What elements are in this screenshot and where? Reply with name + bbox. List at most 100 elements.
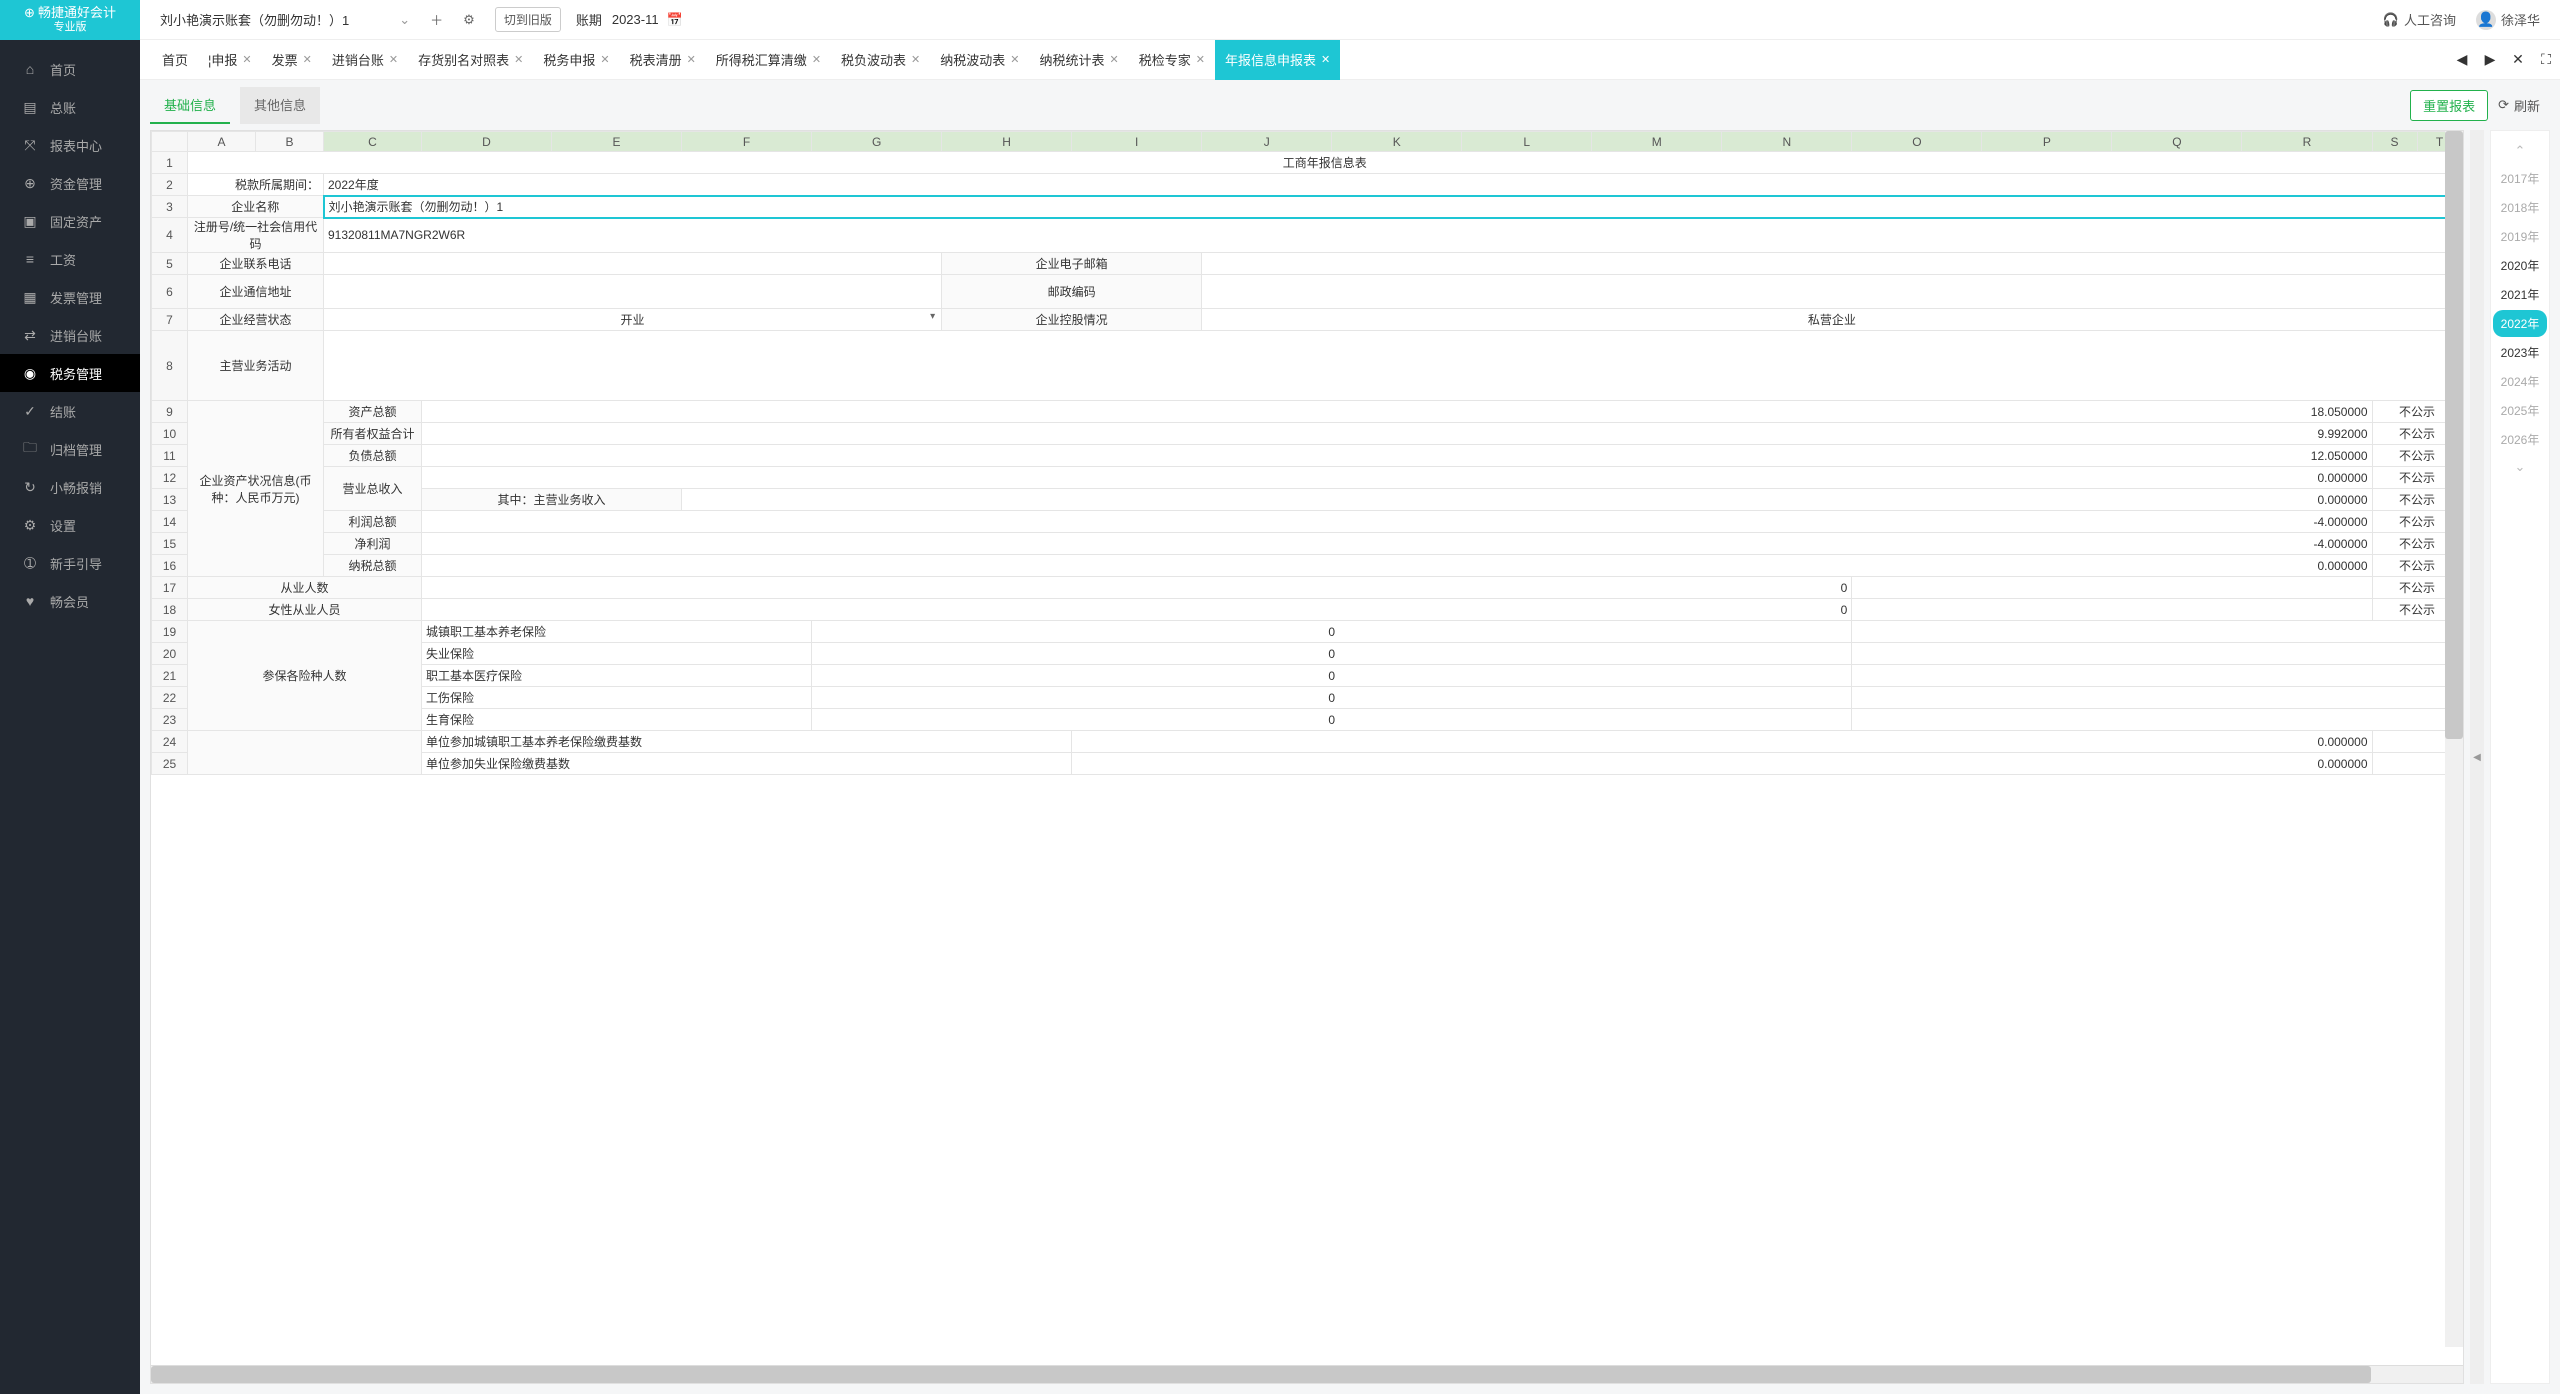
col-header[interactable]: S: [2372, 132, 2417, 152]
year-item[interactable]: 2025年: [2493, 397, 2548, 424]
row-header[interactable]: 17: [152, 577, 188, 599]
year-item[interactable]: 2021年: [2493, 281, 2548, 308]
sidebar-item[interactable]: ♥畅会员: [0, 582, 140, 620]
col-header[interactable]: Q: [2112, 132, 2242, 152]
consult-link[interactable]: 🎧人工咨询: [2383, 10, 2456, 29]
row-header[interactable]: 25: [152, 753, 188, 775]
row-header[interactable]: 10: [152, 423, 188, 445]
close-icon[interactable]: ✕: [514, 53, 523, 66]
tab[interactable]: ¦申报✕: [198, 40, 262, 80]
sidebar-item[interactable]: 🗀归档管理: [0, 430, 140, 468]
tab[interactable]: 首页: [152, 40, 198, 80]
reset-button[interactable]: 重置报表: [2410, 90, 2488, 121]
row-header[interactable]: 1: [152, 152, 188, 174]
sidebar-item[interactable]: ◉税务管理: [0, 354, 140, 392]
year-item[interactable]: 2017年: [2493, 165, 2548, 192]
sidebar-item[interactable]: ▦发票管理: [0, 278, 140, 316]
year-item[interactable]: 2026年: [2493, 426, 2548, 453]
collapse-year-panel[interactable]: ◀: [2470, 130, 2484, 1384]
close-icon[interactable]: ✕: [812, 53, 821, 66]
row-header[interactable]: 16: [152, 555, 188, 577]
row-header[interactable]: 6: [152, 275, 188, 309]
year-up-icon[interactable]: ⌃: [2511, 139, 2530, 163]
col-header[interactable]: O: [1852, 132, 1982, 152]
tab-next-icon[interactable]: ▶: [2476, 40, 2504, 80]
row-header[interactable]: 15: [152, 533, 188, 555]
row-header[interactable]: 14: [152, 511, 188, 533]
user-menu[interactable]: 👤徐泽华: [2476, 10, 2540, 30]
year-item[interactable]: 2019年: [2493, 223, 2548, 250]
refresh-button[interactable]: ⟳刷新: [2498, 96, 2540, 115]
holding-select[interactable]: 私营企业: [1202, 309, 2462, 331]
account-name[interactable]: 刘小艳演示账套（勿删勿动！）1: [160, 10, 349, 29]
col-header[interactable]: [152, 132, 188, 152]
sidebar-item[interactable]: ⇄进销台账: [0, 316, 140, 354]
sidebar-item[interactable]: ⌂首页: [0, 50, 140, 88]
col-header[interactable]: B: [256, 132, 324, 152]
col-header[interactable]: E: [552, 132, 682, 152]
col-header[interactable]: I: [1072, 132, 1202, 152]
col-header[interactable]: F: [682, 132, 812, 152]
row-header[interactable]: 4: [152, 218, 188, 253]
tab[interactable]: 发票✕: [262, 40, 322, 80]
subtab-basic[interactable]: 基础信息: [150, 87, 230, 124]
close-icon[interactable]: ✕: [303, 53, 312, 66]
col-header[interactable]: C: [324, 132, 422, 152]
tab[interactable]: 纳税波动表✕: [930, 40, 1029, 80]
close-icon[interactable]: ✕: [1010, 53, 1019, 66]
year-item[interactable]: 2024年: [2493, 368, 2548, 395]
row-header[interactable]: 11: [152, 445, 188, 467]
row-header[interactable]: 9: [152, 401, 188, 423]
sidebar-item[interactable]: ⚙设置: [0, 506, 140, 544]
year-item[interactable]: 2018年: [2493, 194, 2548, 221]
row-header[interactable]: 19: [152, 621, 188, 643]
gear-icon[interactable]: ⚙: [463, 12, 475, 28]
close-icon[interactable]: ✕: [242, 53, 251, 66]
row-header[interactable]: 23: [152, 709, 188, 731]
row-header[interactable]: 7: [152, 309, 188, 331]
col-header[interactable]: K: [1332, 132, 1462, 152]
row-header[interactable]: 18: [152, 599, 188, 621]
sidebar-item[interactable]: ≡工资: [0, 240, 140, 278]
sidebar-item[interactable]: ▤总账: [0, 88, 140, 126]
row-header[interactable]: 8: [152, 331, 188, 401]
calendar-icon[interactable]: 📅: [667, 12, 683, 28]
tab[interactable]: 税务申报✕: [533, 40, 619, 80]
close-icon[interactable]: ✕: [911, 53, 920, 66]
close-icon[interactable]: ✕: [1110, 53, 1119, 66]
sidebar-item[interactable]: ▣固定资产: [0, 202, 140, 240]
close-icon[interactable]: ✕: [600, 53, 609, 66]
sidebar-item[interactable]: ↻小畅报销: [0, 468, 140, 506]
tab[interactable]: 税负波动表✕: [831, 40, 930, 80]
enterprise-name-cell[interactable]: 刘小艳演示账套（勿删勿动！）1: [324, 196, 2463, 218]
col-header[interactable]: L: [1462, 132, 1592, 152]
row-header[interactable]: 22: [152, 687, 188, 709]
tab[interactable]: 存货别名对照表✕: [408, 40, 533, 80]
tab[interactable]: 进销台账✕: [322, 40, 408, 80]
row-header[interactable]: 12: [152, 467, 188, 489]
row-header[interactable]: 20: [152, 643, 188, 665]
sidebar-item[interactable]: ⤧报表中心: [0, 126, 140, 164]
tab[interactable]: 税检专家✕: [1129, 40, 1215, 80]
tab-prev-icon[interactable]: ◀: [2448, 40, 2476, 80]
row-header[interactable]: 5: [152, 253, 188, 275]
col-header[interactable]: G: [812, 132, 942, 152]
sidebar-item[interactable]: ➀新手引导: [0, 544, 140, 582]
close-icon[interactable]: ✕: [1321, 53, 1330, 66]
add-icon[interactable]: ＋: [430, 10, 443, 29]
col-header[interactable]: R: [2242, 132, 2372, 152]
tab[interactable]: 年报信息申报表✕: [1215, 40, 1340, 80]
tab-close-icon[interactable]: ✕: [2504, 40, 2532, 80]
row-header[interactable]: 3: [152, 196, 188, 218]
fullscreen-icon[interactable]: ⛶: [2532, 40, 2560, 80]
chevron-down-icon[interactable]: ⌄: [399, 12, 410, 28]
col-header[interactable]: P: [1982, 132, 2112, 152]
close-icon[interactable]: ✕: [389, 53, 398, 66]
tab[interactable]: 所得税汇算清缴✕: [706, 40, 831, 80]
subtab-other[interactable]: 其他信息: [240, 87, 320, 124]
year-item[interactable]: 2023年: [2493, 339, 2548, 366]
col-header[interactable]: H: [942, 132, 1072, 152]
col-header[interactable]: N: [1722, 132, 1852, 152]
tab[interactable]: 税表清册✕: [620, 40, 706, 80]
vertical-scrollbar[interactable]: [2445, 131, 2463, 1347]
